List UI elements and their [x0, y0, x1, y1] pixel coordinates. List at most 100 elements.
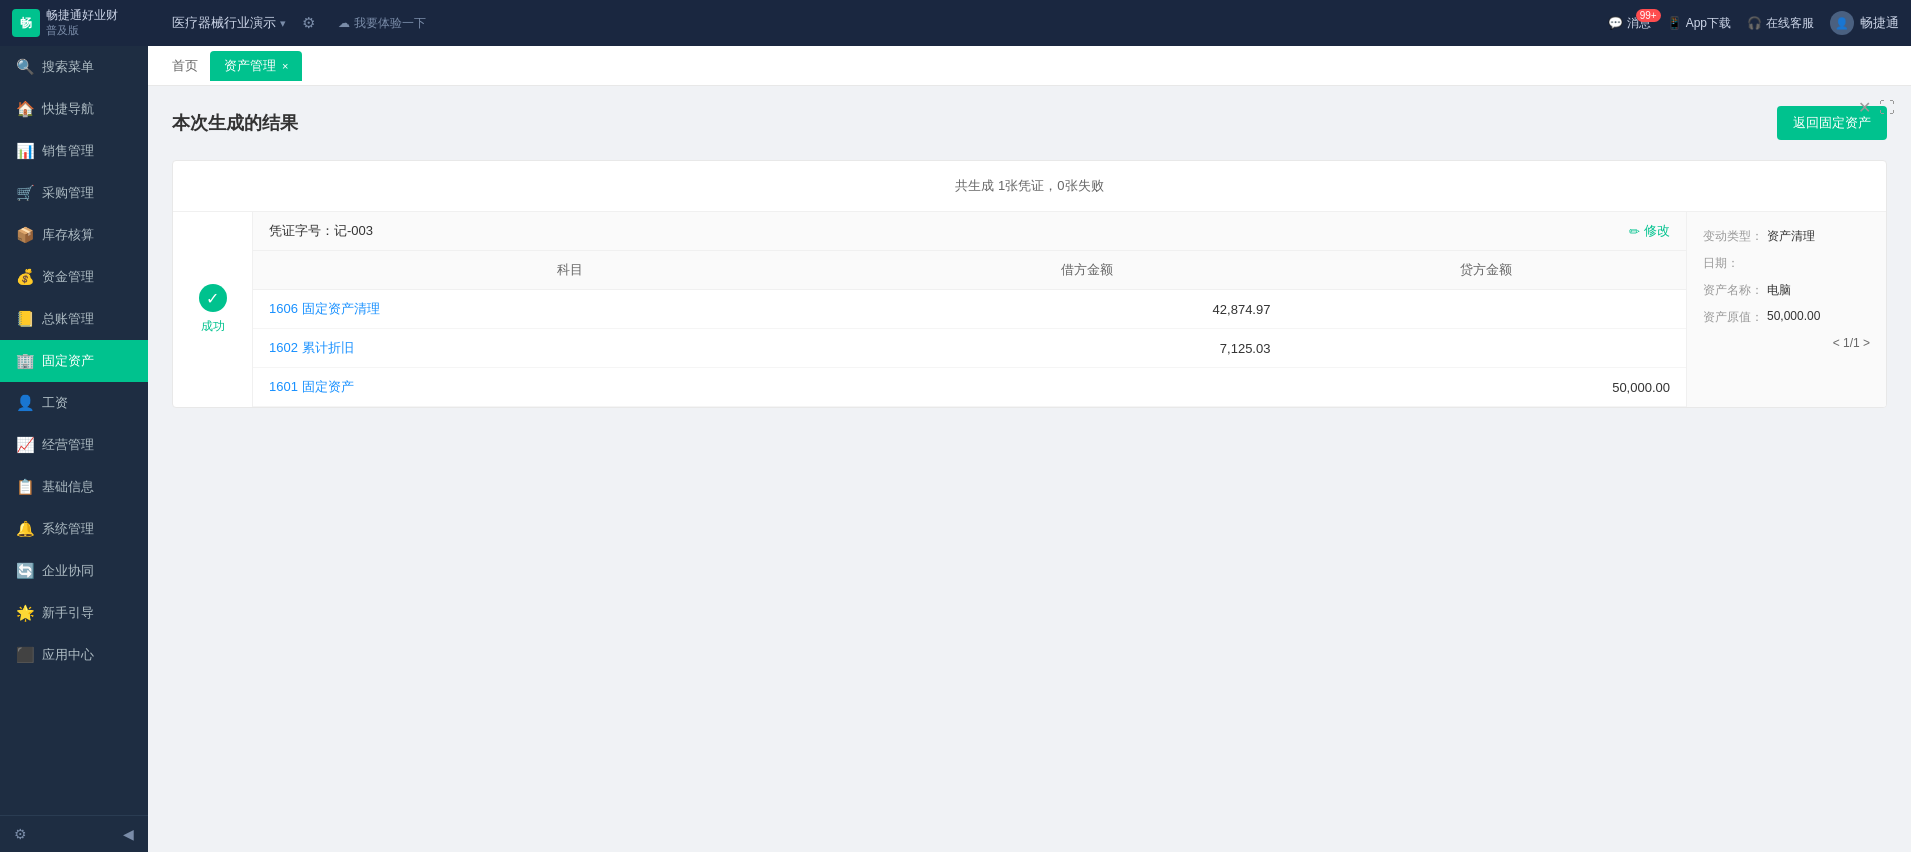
success-label: 成功	[201, 318, 225, 335]
close-button[interactable]: ✕	[1858, 98, 1871, 117]
debit-cell-1: 42,874.97	[887, 290, 1287, 329]
change-type-value: 资产清理	[1767, 228, 1815, 245]
sidebar-label-quick-nav: 快捷导航	[42, 100, 94, 118]
edit-icon: ✏	[1629, 224, 1640, 239]
col-header-debit: 借方金额	[887, 251, 1287, 290]
pagination[interactable]: < 1/1 >	[1703, 336, 1870, 350]
page-content: 本次生成的结果 返回固定资产 共生成 1张凭证，0张失败 ✓ 成功 凭证字号：记…	[148, 86, 1911, 852]
expand-icon[interactable]: ⛶	[1879, 99, 1895, 117]
subject-cell-2[interactable]: 1602 累计折旧	[253, 329, 887, 368]
message-button[interactable]: 💬 消息 99+	[1608, 15, 1651, 32]
right-panel: 变动类型： 资产清理 日期： 资产名称： 电脑 资产原值：	[1686, 212, 1886, 407]
sales-icon: 📊	[16, 142, 34, 160]
debit-cell-2: 7,125.03	[887, 329, 1287, 368]
sidebar-label-app-center: 应用中心	[42, 646, 94, 664]
sidebar-item-finance[interactable]: 💰 资金管理	[0, 256, 148, 298]
edit-button[interactable]: ✏ 修改	[1629, 222, 1670, 240]
tab-close-icon[interactable]: ×	[282, 60, 288, 72]
online-service-label: 在线客服	[1766, 15, 1814, 32]
sidebar-bottom: ⚙ ◀	[0, 815, 148, 852]
username: 畅捷通	[1860, 14, 1899, 32]
fixed-assets-icon: 🏢	[16, 352, 34, 370]
credit-cell-2	[1286, 329, 1686, 368]
settings-icon[interactable]: ⚙	[294, 9, 322, 37]
experience-button[interactable]: ☁ 我要体验一下	[330, 11, 434, 36]
subject-cell-1[interactable]: 1606 固定资产清理	[253, 290, 887, 329]
inventory-icon: 📦	[16, 226, 34, 244]
sidebar-item-search[interactable]: 🔍 搜索菜单	[0, 46, 148, 88]
app-download-button[interactable]: 📱 App下载	[1667, 15, 1731, 32]
sidebar-collapse-btn[interactable]: ◀	[123, 826, 134, 842]
sidebar-item-fixed-assets[interactable]: 🏢 固定资产	[0, 340, 148, 382]
success-icon: ✓	[199, 284, 227, 312]
basic-info-icon: 📋	[16, 478, 34, 496]
col-header-credit: 贷方金额	[1286, 251, 1686, 290]
app-center-icon: ⬛	[16, 646, 34, 664]
ledger-icon: 📒	[16, 310, 34, 328]
logo-edition: 普及版	[46, 23, 118, 38]
original-value-value: 50,000.00	[1767, 309, 1820, 326]
sidebar-item-inventory[interactable]: 📦 库存核算	[0, 214, 148, 256]
header-right: 💬 消息 99+ 📱 App下载 🎧 在线客服 👤 畅捷通	[1608, 11, 1899, 35]
subject-cell-3[interactable]: 1601 固定资产	[253, 368, 887, 407]
sidebar: 🔍 搜索菜单 🏠 快捷导航 📊 销售管理 🛒 采购管理 📦 库存核算 💰	[0, 46, 148, 852]
table-row: 1601 固定资产 50,000.00	[253, 368, 1686, 407]
modal-controls: ✕ ⛶	[1858, 98, 1895, 117]
experience-label: 我要体验一下	[354, 15, 426, 32]
logo-name: 畅捷通好业财	[46, 8, 118, 24]
sidebar-item-basic-info[interactable]: 📋 基础信息	[0, 466, 148, 508]
online-service-button[interactable]: 🎧 在线客服	[1747, 15, 1814, 32]
sidebar-item-quick-nav[interactable]: 🏠 快捷导航	[0, 88, 148, 130]
sidebar-label-payroll: 工资	[42, 394, 68, 412]
chevron-down-icon: ▾	[280, 17, 286, 30]
headset-icon: 🎧	[1747, 16, 1762, 30]
logo-area: 畅 畅捷通好业财 普及版	[12, 8, 160, 39]
change-type-label: 变动类型：	[1703, 228, 1763, 245]
voucher-main: 凭证字号：记-003 ✏ 修改 科目 借方金额 贷	[253, 212, 1686, 407]
sidebar-item-ledger[interactable]: 📒 总账管理	[0, 298, 148, 340]
voucher-table: 科目 借方金额 贷方金额 1606 固定资产清理 42,874.97	[253, 251, 1686, 407]
sidebar-label-purchase: 采购管理	[42, 184, 94, 202]
system-icon: 🔔	[16, 520, 34, 538]
sidebar-item-enterprise[interactable]: 🔄 企业协同	[0, 550, 148, 592]
tab-home[interactable]: 首页	[164, 53, 206, 79]
table-row: 1606 固定资产清理 42,874.97	[253, 290, 1686, 329]
debit-cell-3	[887, 368, 1287, 407]
sidebar-item-app-center[interactable]: ⬛ 应用中心	[0, 634, 148, 676]
header-center: 医疗器械行业演示 ▾ ⚙ ☁ 我要体验一下	[160, 9, 1608, 37]
voucher-number: 凭证字号：记-003	[269, 222, 373, 240]
sidebar-label-basic-info: 基础信息	[42, 478, 94, 496]
page-title: 本次生成的结果	[172, 111, 298, 135]
sidebar-item-guide[interactable]: 🌟 新手引导	[0, 592, 148, 634]
user-area[interactable]: 👤 畅捷通	[1830, 11, 1899, 35]
sidebar-item-system[interactable]: 🔔 系统管理	[0, 508, 148, 550]
sidebar-settings-btn[interactable]: ⚙	[14, 826, 27, 842]
sidebar-item-payroll[interactable]: 👤 工资	[0, 382, 148, 424]
asset-name-label: 资产名称：	[1703, 282, 1763, 299]
original-value-label: 资产原值：	[1703, 309, 1763, 326]
date-label: 日期：	[1703, 255, 1739, 272]
sidebar-item-operations[interactable]: 📈 经营管理	[0, 424, 148, 466]
sidebar-item-purchase[interactable]: 🛒 采购管理	[0, 172, 148, 214]
voucher-header-row: 凭证字号：记-003 ✏ 修改	[253, 212, 1686, 251]
logo-icon: 畅	[12, 9, 40, 37]
avatar: 👤	[1830, 11, 1854, 35]
search-icon: 🔍	[16, 58, 34, 76]
page-title-bar: 本次生成的结果 返回固定资产	[172, 106, 1887, 140]
company-selector[interactable]: 医疗器械行业演示 ▾	[172, 14, 286, 32]
change-type-row: 变动类型： 资产清理	[1703, 228, 1870, 245]
message-icon: 💬	[1608, 16, 1623, 30]
sidebar-label-finance: 资金管理	[42, 268, 94, 286]
table-row: 1602 累计折旧 7,125.03	[253, 329, 1686, 368]
voucher-status: ✓ 成功	[173, 212, 253, 407]
sidebar-item-sales[interactable]: 📊 销售管理	[0, 130, 148, 172]
main-layout: 🔍 搜索菜单 🏠 快捷导航 📊 销售管理 🛒 采购管理 📦 库存核算 💰	[0, 46, 1911, 852]
purchase-icon: 🛒	[16, 184, 34, 202]
sidebar-label-search: 搜索菜单	[42, 58, 94, 76]
cloud-icon: ☁	[338, 16, 350, 30]
operations-icon: 📈	[16, 436, 34, 454]
tab-asset-management[interactable]: 资产管理 ×	[210, 51, 302, 81]
col-header-subject: 科目	[253, 251, 887, 290]
content-area: 首页 资产管理 × 本次生成的结果 返回固定资产 共生成 1张凭证，0张失败 ✓	[148, 46, 1911, 852]
home-icon: 🏠	[16, 100, 34, 118]
